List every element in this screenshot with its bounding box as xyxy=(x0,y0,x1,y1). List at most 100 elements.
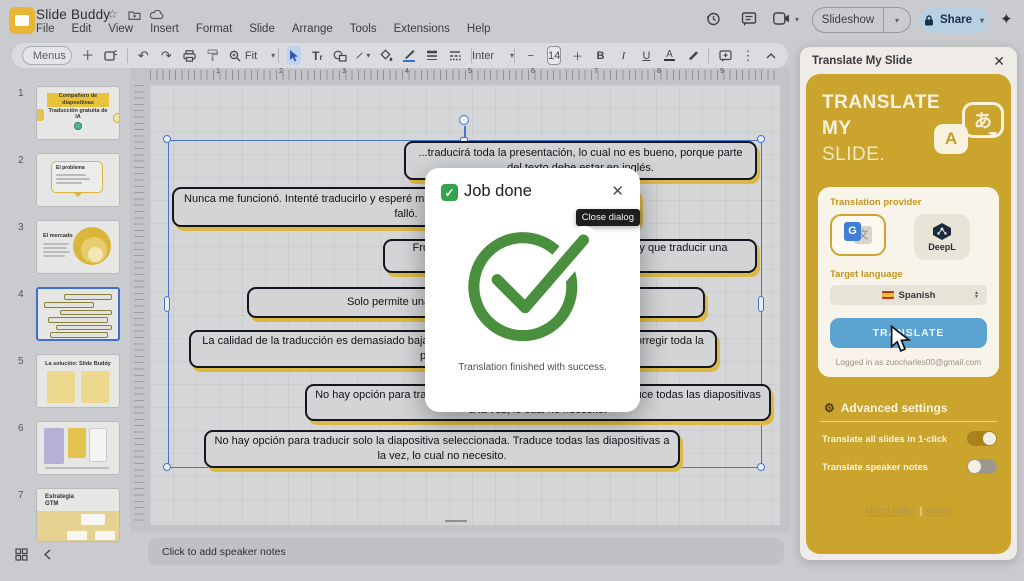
camera-dropdown-icon[interactable]: ▾ xyxy=(795,15,799,24)
speaker-notes-input[interactable]: Click to add speaker notes xyxy=(148,538,784,565)
slideshow-button[interactable]: Slideshow xyxy=(812,7,884,33)
grid-view-button[interactable] xyxy=(15,548,28,561)
text-color-button[interactable]: A xyxy=(662,46,676,65)
slide-4-thumbnail-selected[interactable] xyxy=(36,287,120,341)
italic-button[interactable]: I xyxy=(616,46,630,65)
fill-color-tool[interactable] xyxy=(379,46,393,65)
comments-icon[interactable] xyxy=(741,11,757,27)
paint-format-button[interactable] xyxy=(205,46,219,65)
new-slide-button[interactable]: ＋ xyxy=(81,46,95,65)
gemini-sparkle-icon[interactable]: ✦ xyxy=(1000,10,1013,28)
hero-line-1: TRANSLATE xyxy=(822,90,940,116)
need-help-link[interactable]: Need help? xyxy=(866,506,917,517)
slide-7-thumbnail[interactable]: Estrategia GTM xyxy=(36,488,120,542)
meet-camera-icon[interactable] xyxy=(773,12,790,25)
border-dash-tool[interactable] xyxy=(448,46,462,65)
resize-handle-top-right[interactable] xyxy=(757,135,765,143)
more-options-icon[interactable]: ⋮ xyxy=(741,46,755,65)
resize-handle-top-left[interactable] xyxy=(163,135,171,143)
menu-slide[interactable]: Slide xyxy=(249,23,275,35)
font-size-decrease-button[interactable]: − xyxy=(524,46,538,65)
share-dropdown-icon[interactable]: ▾ xyxy=(980,16,984,25)
fit-dropdown-icon: ▾ xyxy=(271,51,275,60)
success-circle-check-graphic xyxy=(455,212,607,352)
mini-textbox xyxy=(48,317,108,323)
text-line xyxy=(43,255,65,257)
dialog-close-icon[interactable]: ✕ xyxy=(611,182,624,200)
slide-2-number: 2 xyxy=(18,155,24,166)
collapse-toolbar-icon[interactable] xyxy=(764,46,778,65)
add-comment-button[interactable] xyxy=(718,46,732,65)
resize-handle-left[interactable] xyxy=(164,296,170,312)
menu-insert[interactable]: Insert xyxy=(150,23,179,35)
textbox-tool[interactable]: Tr xyxy=(310,46,324,65)
border-color-tool[interactable] xyxy=(402,46,416,65)
deepl-label: DeepL xyxy=(928,242,956,252)
latin-bubble-icon: A xyxy=(934,124,968,154)
slide-2-thumbnail[interactable]: El problema xyxy=(36,153,120,207)
highlight-color-tool[interactable] xyxy=(685,46,699,65)
new-slide-layout-button[interactable] xyxy=(104,46,118,65)
version-history-icon[interactable] xyxy=(705,11,721,27)
print-button[interactable] xyxy=(182,46,196,65)
font-family-label: Inter xyxy=(472,50,494,62)
redo-button[interactable]: ↷ xyxy=(159,46,173,65)
underline-button[interactable]: U xyxy=(639,46,653,65)
slide-6-thumbnail[interactable] xyxy=(36,421,120,475)
slide-3-thumbnail[interactable]: El mercado xyxy=(36,220,120,274)
menu-format[interactable]: Format xyxy=(196,23,232,35)
menu-arrange[interactable]: Arrange xyxy=(292,23,333,35)
undo-button[interactable]: ↶ xyxy=(136,46,150,65)
resize-handle-bottom-right[interactable] xyxy=(757,463,765,471)
slideshow-dropdown-button[interactable]: ▾ xyxy=(884,7,911,33)
success-check-badge-icon: ✓ xyxy=(441,184,458,201)
japanese-bubble-icon: あ xyxy=(962,102,1004,138)
document-title[interactable]: Slide Buddy xyxy=(36,7,110,22)
target-language-select[interactable]: Spanish ▲▼ xyxy=(830,285,987,305)
deepl-provider-button[interactable]: DeepL xyxy=(914,214,970,260)
slide-textbox[interactable]: No hay opción para traducir solo la diap… xyxy=(204,430,680,468)
move-folder-icon[interactable] xyxy=(128,10,141,20)
text-line xyxy=(43,243,69,245)
text-line xyxy=(56,174,86,176)
shape-tool[interactable] xyxy=(333,46,347,65)
cloud-status-icon[interactable] xyxy=(150,10,164,20)
menu-extensions[interactable]: Extensions xyxy=(394,23,450,35)
zoom-fit-select[interactable]: Fit ▾ xyxy=(251,46,268,65)
share-button[interactable]: Share ▾ xyxy=(919,7,989,33)
slide-5-thumbnail[interactable]: La solución: Slide Buddy xyxy=(36,354,120,408)
font-family-select[interactable]: Inter ▾ xyxy=(481,46,505,65)
select-cursor-tool[interactable] xyxy=(287,46,301,65)
resize-handle-bottom-left[interactable] xyxy=(163,463,171,471)
menu-file[interactable]: File xyxy=(36,23,55,35)
google-translate-provider-button[interactable]: 文 G xyxy=(830,214,886,256)
menu-view[interactable]: View xyxy=(108,23,133,35)
mini-textbox xyxy=(44,302,94,308)
rotation-handle[interactable] xyxy=(459,115,469,125)
line-tool[interactable]: ▾ xyxy=(356,46,370,65)
zoom-button[interactable] xyxy=(228,46,242,65)
menu-help[interactable]: Help xyxy=(467,23,491,35)
slide-1-thumbnail[interactable]: Compañero de diapositivas Traducción gra… xyxy=(36,86,120,140)
toolbar-divider xyxy=(514,48,515,63)
toggle-speaker-notes-switch[interactable] xyxy=(967,459,997,474)
border-weight-tool[interactable] xyxy=(425,46,439,65)
menu-tools[interactable]: Tools xyxy=(350,23,377,35)
panel-close-icon[interactable]: ✕ xyxy=(993,53,1005,70)
slide-4-number: 4 xyxy=(18,289,24,300)
star-icon[interactable]: ☆ xyxy=(107,8,118,20)
mini-textbox xyxy=(64,294,112,300)
slide-7-subtitle: GTM xyxy=(45,501,58,507)
resize-handle-right[interactable] xyxy=(758,296,764,312)
advanced-settings-header[interactable]: ⚙ Advanced settings xyxy=(824,401,947,415)
font-size-increase-button[interactable]: ＋ xyxy=(570,46,584,65)
slides-logo-icon[interactable] xyxy=(9,7,35,34)
toggle-all-slides-switch[interactable] xyxy=(967,431,997,446)
font-size-input[interactable]: 14 xyxy=(547,46,562,65)
menus-search-button[interactable]: Menus xyxy=(22,46,72,65)
about-link[interactable]: About xyxy=(925,506,951,517)
bold-button[interactable]: B xyxy=(593,46,607,65)
menu-edit[interactable]: Edit xyxy=(72,23,92,35)
ruler-number: 5 xyxy=(468,68,472,75)
collapse-filmstrip-icon[interactable] xyxy=(44,549,51,560)
